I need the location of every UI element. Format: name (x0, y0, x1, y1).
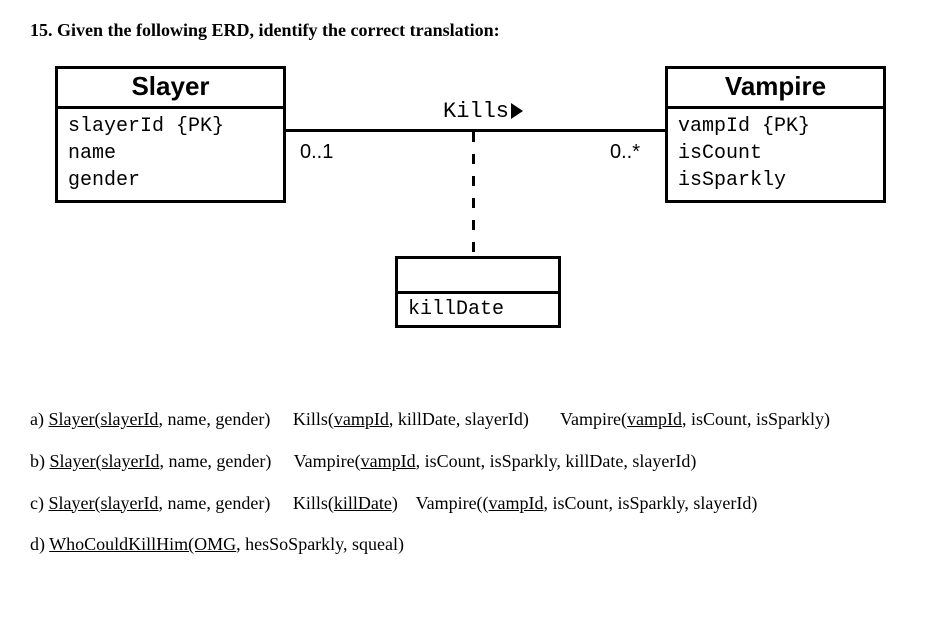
option-b-rel1-u: Slayer(slayerId (50, 451, 160, 471)
option-b: b) Slayer(slayerId, name, gender) Vampir… (30, 443, 911, 481)
entity-slayer-attrs: slayerId {PK} name gender (58, 109, 283, 200)
option-c-prefix: c) (30, 493, 48, 513)
entity-vampire-attrs: vampId {PK} isCount isSparkly (668, 109, 883, 200)
option-a-rel3-u: vampId (627, 409, 682, 429)
association-class: killDate (395, 256, 561, 328)
option-a-prefix: a) (30, 409, 48, 429)
association-dashed-line (472, 132, 475, 256)
option-a-rel2-r: , killDate, slayerId) (389, 409, 529, 429)
triangle-right-icon (511, 103, 523, 119)
option-c-rel1-u: Slayer(slayerId (48, 493, 158, 513)
option-d-rel1-r: , hesSoSparkly, squeal) (236, 534, 404, 554)
option-a-rel2-pre: Kills( (293, 409, 334, 429)
slayer-attr-0: slayerId {PK} (68, 113, 273, 140)
option-d: d) WhoCouldKillHim(OMG, hesSoSparkly, sq… (30, 526, 911, 564)
option-b-rel1-r: , name, gender) (159, 451, 271, 471)
option-b-prefix: b) (30, 451, 50, 471)
answer-options: a) Slayer(slayerId, name, gender) Kills(… (30, 401, 911, 564)
entity-slayer-title: Slayer (58, 69, 283, 109)
option-d-prefix: d) (30, 534, 49, 554)
option-c: c) Slayer(slayerId, name, gender) Kills(… (30, 485, 911, 523)
option-c-rel3-u: vampId (489, 493, 544, 513)
association-class-attr: killDate (398, 294, 558, 325)
option-d-rel1-u: WhoCouldKillHim(OMG (49, 534, 236, 554)
question-number: 15. (30, 20, 53, 40)
option-c-rel1-r: , name, gender) (158, 493, 270, 513)
multiplicity-left: 0..1 (300, 141, 333, 164)
option-a: a) Slayer(slayerId, name, gender) Kills(… (30, 401, 911, 439)
entity-vampire: Vampire vampId {PK} isCount isSparkly (665, 66, 886, 203)
slayer-attr-2: gender (68, 167, 273, 194)
vampire-attr-1: isCount (678, 140, 873, 167)
erd-diagram: Slayer slayerId {PK} name gender Vampire… (45, 61, 925, 371)
option-b-rel2-pre: Vampire( (294, 451, 361, 471)
option-c-rel2-r: ) (392, 493, 398, 513)
vampire-attr-0: vampId {PK} (678, 113, 873, 140)
association-class-header (398, 259, 558, 294)
slayer-attr-1: name (68, 140, 273, 167)
option-a-rel1-r: , name, gender) (158, 409, 270, 429)
option-b-rel2-r: , isCount, isSparkly, killDate, slayerId… (416, 451, 697, 471)
question-text: Given the following ERD, identify the co… (57, 20, 500, 40)
option-b-rel2-u: vampId (361, 451, 416, 471)
relationship-label-text: Kills (443, 99, 509, 124)
option-a-rel3-pre: Vampire( (560, 409, 627, 429)
entity-slayer: Slayer slayerId {PK} name gender (55, 66, 286, 203)
option-c-rel3-pre: Vampire(( (416, 493, 489, 513)
option-c-rel3-r: , isCount, isSparkly, slayerId) (544, 493, 758, 513)
entity-vampire-title: Vampire (668, 69, 883, 109)
option-c-rel2-pre: Kills( (293, 493, 334, 513)
option-a-rel2-u: vampId (334, 409, 389, 429)
multiplicity-right: 0..* (610, 141, 640, 164)
option-a-rel1-u: Slayer(slayerId (48, 409, 158, 429)
question-title: 15. Given the following ERD, identify th… (30, 20, 911, 41)
relationship-label: Kills (443, 99, 523, 124)
vampire-attr-2: isSparkly (678, 167, 873, 194)
option-a-rel3-r: , isCount, isSparkly) (682, 409, 830, 429)
option-c-rel2-u: killDate (334, 493, 392, 513)
